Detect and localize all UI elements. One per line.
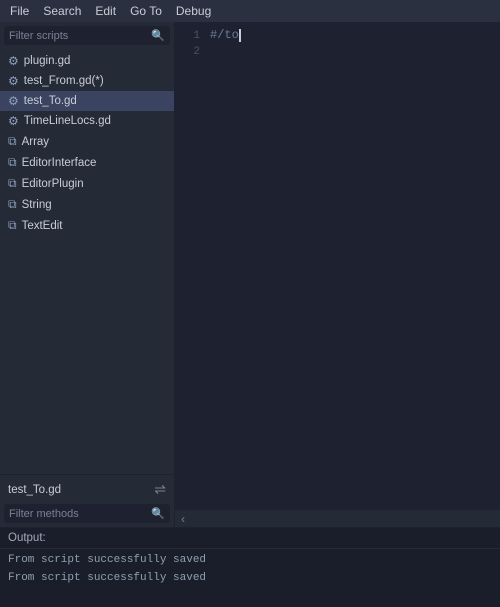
grid-icon: ⧉ bbox=[8, 155, 17, 170]
sidebar-item-editorinterface[interactable]: ⧉ EditorInterface bbox=[0, 152, 174, 173]
line-content-1: #/to bbox=[210, 28, 241, 42]
filter-icon[interactable]: ⇌ bbox=[154, 481, 166, 498]
methods-panel: test_To.gd ⇌ 🔍 bbox=[0, 474, 174, 527]
line-number-2: 2 bbox=[175, 46, 210, 58]
script-label: EditorPlugin bbox=[22, 178, 84, 190]
code-line-1: 1 #/to bbox=[175, 28, 500, 46]
search-icon: 🔍 bbox=[151, 29, 165, 42]
script-label: EditorInterface bbox=[22, 157, 97, 169]
output-header: Output: bbox=[0, 528, 500, 549]
methods-filter-bar[interactable]: 🔍 bbox=[4, 504, 170, 523]
text-cursor bbox=[239, 29, 241, 42]
sidebar-item-plugin-gd[interactable]: ⚙ plugin.gd bbox=[0, 51, 174, 71]
line-number-1: 1 bbox=[175, 30, 210, 42]
script-label: Array bbox=[22, 136, 49, 148]
script-list: ⚙ plugin.gd ⚙ test_From.gd(*) ⚙ test_To.… bbox=[0, 49, 174, 474]
menu-debug[interactable]: Debug bbox=[170, 2, 217, 20]
sidebar-item-test-from-gd[interactable]: ⚙ test_From.gd(*) bbox=[0, 71, 174, 91]
methods-title: test_To.gd bbox=[8, 484, 61, 496]
output-line-1: From script successfully saved bbox=[8, 552, 492, 570]
menu-search[interactable]: Search bbox=[37, 2, 87, 20]
methods-header: test_To.gd ⇌ bbox=[4, 479, 170, 500]
code-line-2: 2 bbox=[175, 46, 500, 64]
script-filter-bar[interactable]: 🔍 bbox=[4, 26, 170, 45]
menu-edit[interactable]: Edit bbox=[89, 2, 122, 20]
grid-icon: ⧉ bbox=[8, 218, 17, 233]
search-icon: 🔍 bbox=[151, 507, 165, 520]
grid-icon: ⧉ bbox=[8, 134, 17, 149]
grid-icon: ⧉ bbox=[8, 197, 17, 212]
sidebar-item-test-to-gd[interactable]: ⚙ test_To.gd bbox=[0, 91, 174, 111]
menu-file[interactable]: File bbox=[4, 2, 35, 20]
main-content: 🔍 ⚙ plugin.gd ⚙ test_From.gd(*) ⚙ test_T… bbox=[0, 22, 500, 527]
gear-icon: ⚙ bbox=[8, 54, 19, 68]
sidebar-item-timelinelocs-gd[interactable]: ⚙ TimeLineLocs.gd bbox=[0, 111, 174, 131]
menu-goto[interactable]: Go To bbox=[124, 2, 168, 20]
editor-bottom-bar: ‹ bbox=[175, 509, 500, 527]
grid-icon: ⧉ bbox=[8, 176, 17, 191]
menubar: File Search Edit Go To Debug bbox=[0, 0, 500, 22]
sidebar-item-editorplugin[interactable]: ⧉ EditorPlugin bbox=[0, 173, 174, 194]
code-editor[interactable]: 1 #/to 2 bbox=[175, 22, 500, 509]
script-label: plugin.gd bbox=[24, 55, 71, 67]
script-label: test_From.gd(*) bbox=[24, 75, 104, 87]
output-panel: Output: From script successfully saved F… bbox=[0, 527, 500, 607]
scroll-left-icon[interactable]: ‹ bbox=[181, 512, 185, 526]
gear-icon: ⚙ bbox=[8, 74, 19, 88]
sidebar-item-string[interactable]: ⧉ String bbox=[0, 194, 174, 215]
output-content: From script successfully saved From scri… bbox=[0, 549, 500, 590]
gear-icon: ⚙ bbox=[8, 94, 19, 108]
methods-filter-input[interactable] bbox=[9, 508, 147, 520]
script-label: String bbox=[22, 199, 52, 211]
editor-pane[interactable]: 1 #/to 2 ‹ bbox=[175, 22, 500, 527]
sidebar-item-array[interactable]: ⧉ Array bbox=[0, 131, 174, 152]
sidebar: 🔍 ⚙ plugin.gd ⚙ test_From.gd(*) ⚙ test_T… bbox=[0, 22, 175, 527]
script-filter-input[interactable] bbox=[9, 30, 147, 42]
gear-icon: ⚙ bbox=[8, 114, 19, 128]
script-label: test_To.gd bbox=[24, 95, 77, 107]
script-label: TimeLineLocs.gd bbox=[24, 115, 111, 127]
sidebar-item-textedit[interactable]: ⧉ TextEdit bbox=[0, 215, 174, 236]
script-label: TextEdit bbox=[22, 220, 63, 232]
output-line-2: From script successfully saved bbox=[8, 570, 492, 588]
